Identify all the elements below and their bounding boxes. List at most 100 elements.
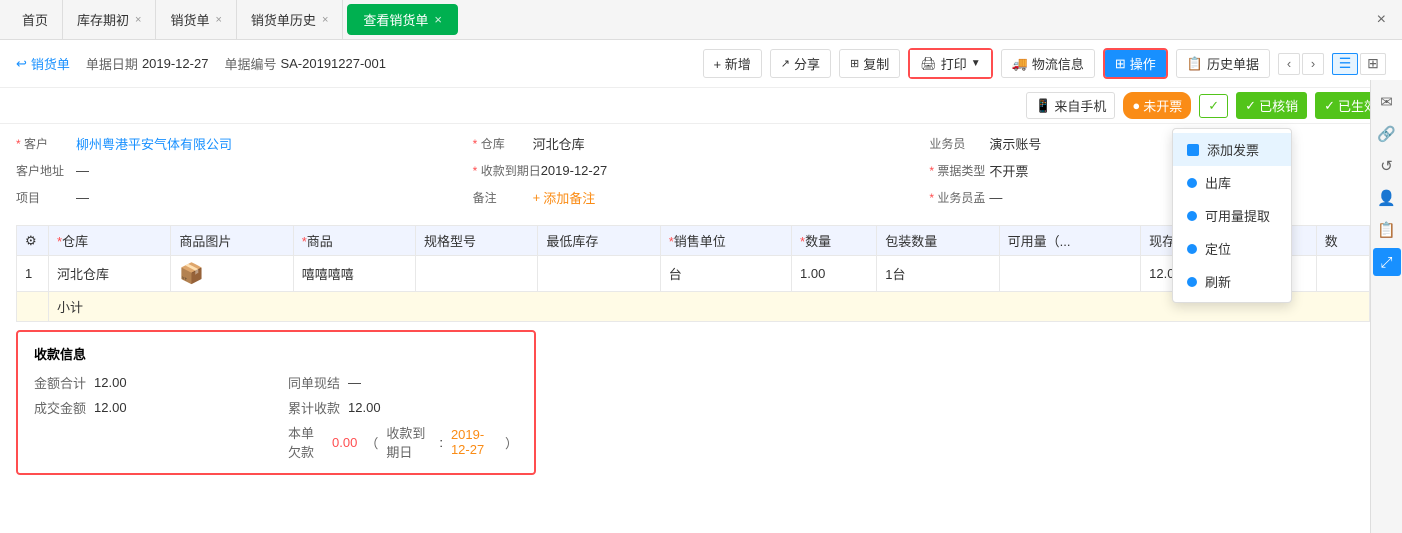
tab-sales-order[interactable]: 销货单 × (156, 0, 236, 40)
tab-home[interactable]: 首页 (8, 0, 63, 40)
col-qty: *数量 (792, 226, 877, 256)
accumulated-payment-item: 累计收款 12.00 (288, 398, 518, 417)
col-min-stock: 最低库存 (538, 226, 660, 256)
project-field: 项目 — (16, 189, 473, 206)
available-dot-icon (1187, 211, 1197, 221)
doc-header: ↩ 销货单 单据日期 2019-12-27 单据编号 SA-20191227-0… (0, 40, 1402, 88)
row-image: 📦 (171, 256, 293, 292)
tab-close-inventory[interactable]: × (135, 14, 141, 26)
doc-number-field: 单据编号 SA-20191227-001 (224, 54, 386, 73)
row-amount (1316, 256, 1369, 292)
right-sidebar: ✉ 🔗 ↺ 👤 📋 ⤢ (1370, 80, 1402, 533)
locate-item[interactable]: 定位 (1173, 232, 1291, 265)
close-window-button[interactable]: × (1369, 11, 1394, 29)
table-scroll: ⚙ *仓库 商品图片 *商品 规格型号 最低库存 *销售单位 *数量 (0, 225, 1370, 322)
tab-close-sales[interactable]: × (215, 14, 221, 26)
table-header-row: ⚙ *仓库 商品图片 *商品 规格型号 最低库存 *销售单位 *数量 (17, 226, 1370, 256)
row-unit: 台 (660, 256, 791, 292)
tab-sales-history[interactable]: 销货单历史 × (237, 0, 343, 40)
phone-icon: 📱 (1035, 98, 1051, 114)
logistics-button[interactable]: 🚚 物流信息 (1001, 49, 1095, 78)
col-amount: 数 (1316, 226, 1369, 256)
operations-button[interactable]: ⊞ 操作 (1105, 50, 1166, 77)
toolbar: + 新增 ↗ 分享 ⊞ 复制 🖨 打印 ▼ 🚚 物流信息 (703, 48, 1386, 79)
payment-date-field: 收款到期日 2019-12-27 (473, 162, 930, 179)
subtotal-row: 小计 (17, 292, 1370, 322)
outbound-item[interactable]: 出库 (1173, 166, 1291, 199)
col-spec: 规格型号 (416, 226, 538, 256)
current-due-item (34, 423, 264, 461)
available-qty-item[interactable]: 可用量提取 (1173, 199, 1291, 232)
main-content: ↩ 销货单 单据日期 2019-12-27 单据编号 SA-20191227-0… (0, 40, 1402, 533)
invoice-type-field: 票据类型 不开票 (929, 161, 1386, 180)
col-unit: *销售单位 (660, 226, 791, 256)
customer-field: 客户 柳州粤港平安气体有限公司 (16, 134, 473, 153)
action-row: 📱 来自手机 ● 未开票 ✓ ✓ 已核销 ✓ 已生效 (0, 88, 1402, 124)
employee-field: 业务员 演示账号 (929, 134, 1386, 153)
tab-view-sales[interactable]: 查看销货单 × (347, 4, 458, 35)
sidebar-mail-icon[interactable]: ✉ (1373, 88, 1401, 116)
locate-dot-icon (1187, 244, 1197, 254)
row-qty: 1.00 (792, 256, 877, 292)
copy-button[interactable]: ⊞ 复制 (839, 49, 900, 78)
tab-inventory-init[interactable]: 库存期初 × (63, 0, 156, 40)
settings-col-header: ⚙ (17, 226, 49, 256)
sidebar-expand-icon[interactable]: ⤢ (1373, 248, 1401, 276)
tab-close-view[interactable]: × (434, 12, 442, 27)
refresh-item[interactable]: 刷新 (1173, 265, 1291, 298)
doc-meta: 单据日期 2019-12-27 单据编号 SA-20191227-001 (86, 54, 703, 73)
view-toggle: ☰ ⊞ (1332, 53, 1386, 75)
tab-close-history[interactable]: × (322, 14, 328, 26)
check-icon-button[interactable]: ✓ (1199, 94, 1228, 118)
sales-employee-field: 业务员孟 — (929, 189, 1386, 206)
sidebar-refresh-icon[interactable]: ↺ (1373, 152, 1401, 180)
settings-icon[interactable]: ⚙ (25, 233, 37, 248)
table-row: 1 河北仓库 📦 嘻嘻嘻嘻 台 1.00 1台 12.00 0. (17, 256, 1370, 292)
prev-arrow[interactable]: ‹ (1278, 53, 1300, 75)
check-icon: ✓ (1208, 98, 1219, 114)
summary-grid: 金额合计 12.00 同单现结 — 成交金额 12.00 累计收款 12.00 … (34, 373, 518, 461)
refresh-dot-icon (1187, 277, 1197, 287)
from-phone-button[interactable]: 📱 来自手机 (1026, 92, 1115, 119)
print-button[interactable]: 🖨 打印 ▼ (910, 50, 990, 77)
row-warehouse: 河北仓库 (49, 256, 171, 292)
print-icon: 🖨 (920, 56, 937, 72)
print-dropdown-arrow[interactable]: ▼ (971, 58, 981, 69)
row-pkg-qty: 1台 (877, 256, 999, 292)
grid-icon: ⊞ (1115, 56, 1126, 72)
operations-dropdown: 添加发票 出库 可用量提取 定位 刷新 (1172, 128, 1292, 303)
effective-check-icon: ✓ (1324, 98, 1335, 114)
doc-date-field: 单据日期 2019-12-27 (86, 54, 209, 73)
history-button[interactable]: 📋 历史单据 (1176, 49, 1270, 78)
plus-icon: + (533, 190, 541, 205)
next-arrow[interactable]: › (1302, 53, 1324, 75)
total-amount-item: 金额合计 12.00 (34, 373, 264, 392)
add-note-button[interactable]: + 添加备注 (533, 188, 596, 207)
doc-type-badge: ↩ 销货单 (16, 54, 70, 73)
not-open-button[interactable]: ● 未开票 (1123, 92, 1191, 119)
col-product: *商品 (293, 226, 415, 256)
grid-view-button[interactable]: ⊞ (1360, 53, 1386, 75)
row-product: 嘻嘻嘻嘻 (293, 256, 415, 292)
truck-icon: 🚚 (1012, 56, 1028, 72)
invoice-square-icon (1187, 144, 1199, 156)
same-bill-settlement-item: 同单现结 — (288, 373, 518, 392)
confirmed-check-icon: ✓ (1245, 98, 1256, 114)
tab-bar: 首页 库存期初 × 销货单 × 销货单历史 × 查看销货单 × × (0, 0, 1402, 40)
note-field: 备注 + 添加备注 (473, 188, 930, 207)
products-table: ⚙ *仓库 商品图片 *商品 规格型号 最低库存 *销售单位 *数量 (16, 225, 1370, 322)
sales-order-icon: ↩ (16, 56, 27, 72)
add-invoice-item[interactable]: 添加发票 (1173, 133, 1291, 166)
list-view-button[interactable]: ☰ (1332, 53, 1358, 75)
col-image: 商品图片 (171, 226, 293, 256)
product-image: 📦 (179, 263, 204, 285)
outbound-dot-icon (1187, 178, 1197, 188)
sidebar-link-icon[interactable]: 🔗 (1373, 120, 1401, 148)
operations-button-wrapper: ⊞ 操作 (1103, 48, 1168, 79)
summary-title: 收款信息 (34, 344, 518, 363)
new-button[interactable]: + 新增 (703, 49, 762, 78)
share-button[interactable]: ↗ 分享 (770, 49, 831, 78)
sidebar-user-icon[interactable]: 👤 (1373, 184, 1401, 212)
confirmed-button[interactable]: ✓ 已核销 (1236, 92, 1307, 119)
sidebar-clip-icon[interactable]: 📋 (1373, 216, 1401, 244)
